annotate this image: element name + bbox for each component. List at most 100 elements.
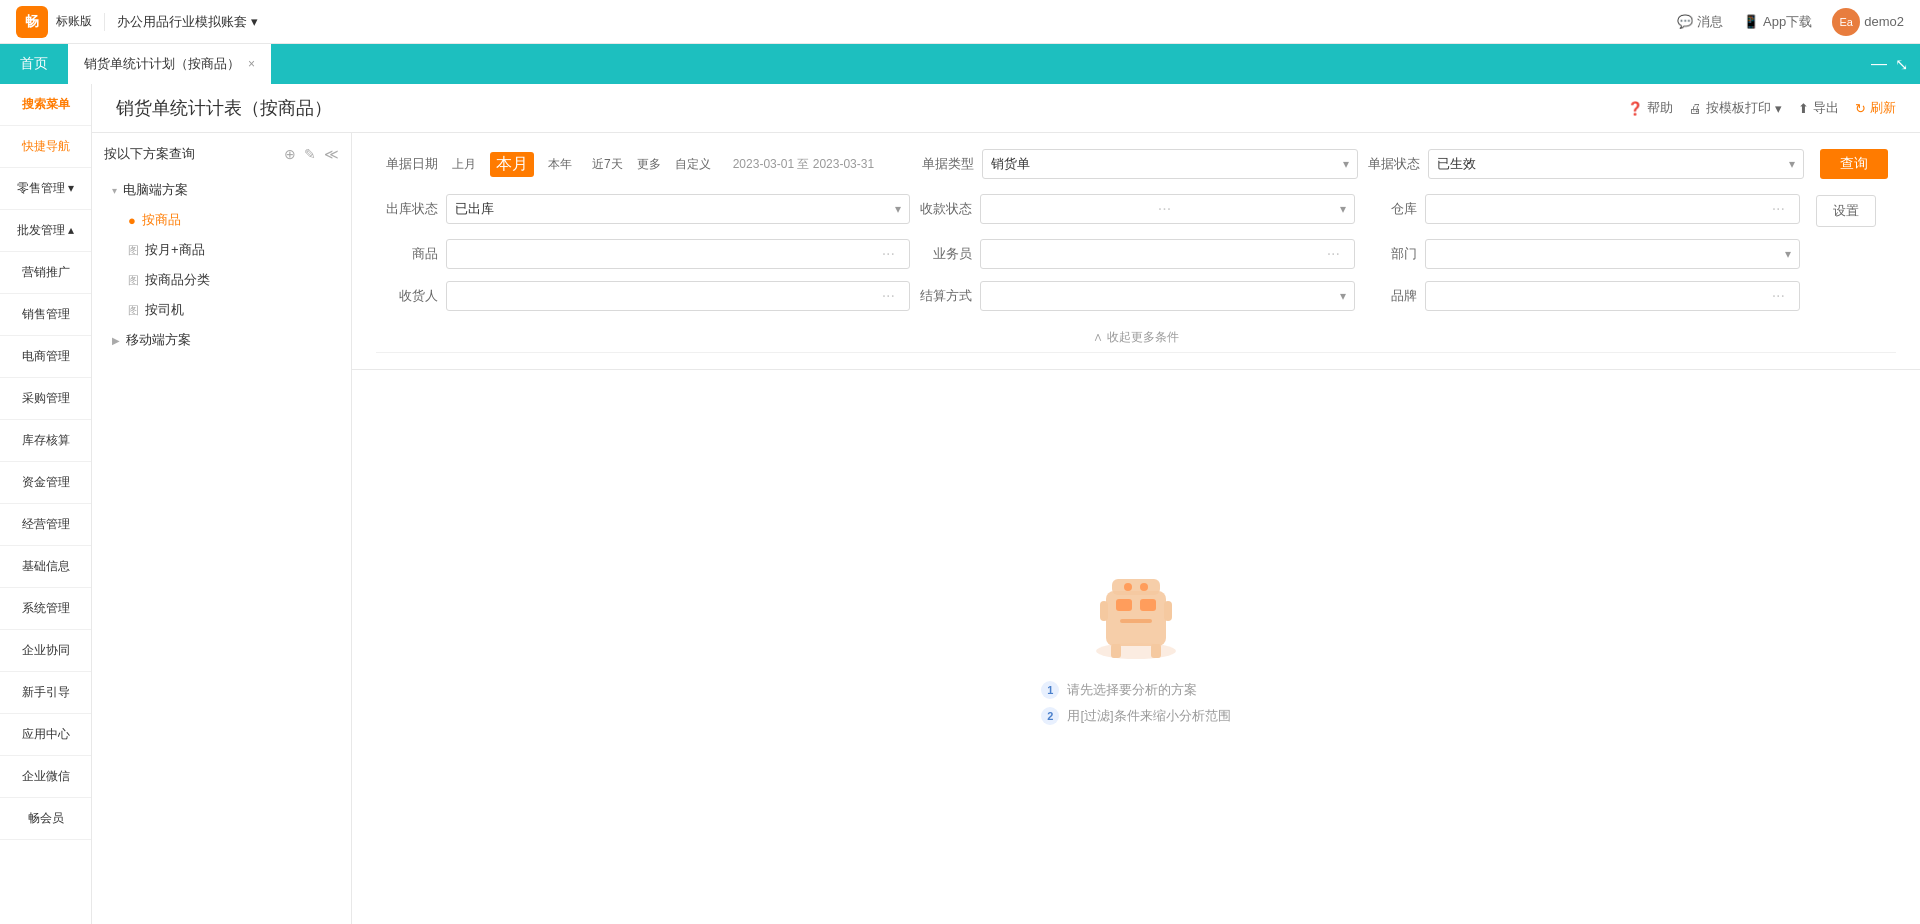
active-dot-icon: ● (128, 213, 136, 228)
sidebar-item-purchase[interactable]: 采购管理 (0, 378, 91, 420)
staff-label: 业务员 (910, 245, 980, 263)
date-current-month-btn[interactable]: 本月 (490, 152, 534, 177)
sidebar-item-search[interactable]: 搜索菜单 (0, 84, 91, 126)
settlement-input[interactable]: ▾ (980, 281, 1355, 311)
message-icon: 💬 (1677, 14, 1693, 29)
edit-scheme-icon[interactable]: ✎ (304, 146, 316, 162)
sidebar-item-basic[interactable]: 基础信息 (0, 546, 91, 588)
logo-icon: 畅 (16, 6, 48, 38)
date-current-year-btn[interactable]: 本年 (542, 154, 578, 175)
department-input[interactable]: ▾ (1425, 239, 1800, 269)
empty-state: 1 请先选择要分析的方案 2 用[过滤]条件来缩小分析范围 (1041, 561, 1230, 733)
payment-status-dropdown-icon: ▾ (1340, 202, 1346, 216)
tab-home[interactable]: 首页 (0, 44, 68, 84)
brand-ellipsis-icon[interactable]: ··· (1766, 287, 1791, 305)
recipient-input[interactable]: ··· (446, 281, 910, 311)
recipient-ellipsis-icon[interactable]: ··· (876, 287, 901, 305)
filter-cell-wh-status: 出库状态 已出库 ▾ (376, 194, 910, 224)
sidebar-item-newuser[interactable]: 新手引导 (0, 672, 91, 714)
refresh-btn[interactable]: ↻ 刷新 (1855, 99, 1896, 117)
sidebar-item-wholesale[interactable]: 批发管理 ▴ (0, 210, 91, 252)
brand-input[interactable]: ··· (1425, 281, 1800, 311)
svg-rect-3 (1140, 599, 1156, 611)
svg-rect-7 (1111, 644, 1121, 658)
sidebar-item-operations[interactable]: 经营管理 (0, 504, 91, 546)
payment-status-input[interactable]: ··· ▾ (980, 194, 1355, 224)
brand-label: 品牌 (1355, 287, 1425, 305)
sidebar-item-retail[interactable]: 零售管理 ▾ (0, 168, 91, 210)
setting-button[interactable]: 设置 (1816, 195, 1876, 227)
warehouse-ellipsis-icon[interactable]: ··· (1766, 200, 1791, 218)
tab-minimize-btn[interactable]: — (1871, 55, 1887, 74)
print-dropdown-icon: ▾ (1775, 101, 1782, 116)
date-last-7-days-btn[interactable]: 近7天 (586, 154, 629, 175)
filter-cell-date: 单据日期 上月 本月 本年 近7天 更多 自定义 2023-03-01 至 20… (376, 152, 912, 177)
tree-item-by-month-goods[interactable]: 图 按月+商品 (104, 235, 339, 265)
tab-close-btn[interactable]: × (248, 57, 255, 71)
sidebar-item-system[interactable]: 系统管理 (0, 588, 91, 630)
page-header: 销货单统计计表（按商品） ❓ 帮助 🖨 按模板打印 ▾ ⬆ 导出 (92, 84, 1920, 133)
sidebar-item-member[interactable]: 畅会员 (0, 798, 91, 840)
setting-btn-spacer: 设置 (1816, 191, 1896, 227)
sidebar-item-sales[interactable]: 销售管理 (0, 294, 91, 336)
tree-item-by-goods[interactable]: ● 按商品 (104, 205, 339, 235)
sidebar-item-quicknav[interactable]: 快捷导航 (0, 126, 91, 168)
sidebar-item-inventory[interactable]: 库存核算 (0, 420, 91, 462)
date-filter: 上月 本月 本年 近7天 更多 自定义 2023-03-01 至 2023-03… (446, 152, 874, 177)
app-download-btn[interactable]: 📱 App下载 (1743, 13, 1812, 31)
tab-expand-btn[interactable]: ⤡ (1895, 55, 1908, 74)
wh-status-input[interactable]: 已出库 ▾ (446, 194, 910, 224)
sidebar-item-enterprise[interactable]: 企业协同 (0, 630, 91, 672)
doc-status-label: 单据状态 (1358, 155, 1428, 173)
query-button[interactable]: 查询 (1820, 149, 1888, 179)
chevron-down-icon: ▾ (68, 181, 74, 195)
print-btn[interactable]: 🖨 按模板打印 ▾ (1689, 99, 1782, 117)
user-area[interactable]: Ea demo2 (1832, 8, 1904, 36)
empty-illustration (1041, 561, 1230, 665)
workspace-selector[interactable]: 办公用品行业模拟账套 ▾ (104, 13, 258, 31)
filter-row-4: 收货人 ··· 结算方式 ▾ (376, 281, 1896, 311)
svg-rect-9 (1112, 579, 1160, 595)
staff-input[interactable]: ··· (980, 239, 1355, 269)
collapse-sidebar-icon[interactable]: ≪ (324, 146, 339, 162)
add-scheme-icon[interactable]: ⊕ (284, 146, 296, 162)
doc-status-input[interactable]: 已生效 ▾ (1428, 149, 1804, 179)
doc-type-dropdown-icon: ▾ (1343, 157, 1349, 171)
collapse-conditions-btn[interactable]: ∧ 收起更多条件 (376, 323, 1896, 353)
svg-rect-2 (1116, 599, 1132, 611)
tree-item-by-category[interactable]: 图 按商品分类 (104, 265, 339, 295)
export-btn[interactable]: ⬆ 导出 (1798, 99, 1839, 117)
tree-item-by-cashier[interactable]: 图 按司机 (104, 295, 339, 325)
sidebar-item-finance[interactable]: 资金管理 (0, 462, 91, 504)
date-more-btn[interactable]: 更多 (637, 156, 661, 173)
empty-text-1: 1 请先选择要分析的方案 (1041, 681, 1230, 699)
date-custom-btn[interactable]: 自定义 (669, 154, 717, 175)
goods-ellipsis-icon[interactable]: ··· (876, 245, 901, 263)
tree-arrow-desktop: ▾ (112, 185, 117, 196)
svg-rect-6 (1164, 601, 1172, 621)
sidebar-item-ecommerce[interactable]: 电商管理 (0, 336, 91, 378)
filter-cell-settlement: 结算方式 ▾ (910, 281, 1355, 311)
svg-rect-8 (1151, 644, 1161, 658)
warehouse-input[interactable]: ··· (1425, 194, 1800, 224)
help-btn[interactable]: ❓ 帮助 (1627, 99, 1673, 117)
message-btn[interactable]: 💬 消息 (1677, 13, 1723, 31)
sidebar-item-appcenter[interactable]: 应用中心 (0, 714, 91, 756)
doc-type-input[interactable]: 销货单 ▾ (982, 149, 1358, 179)
settlement-label: 结算方式 (910, 287, 980, 305)
sidebar-item-marketing[interactable]: 营销推广 (0, 252, 91, 294)
query-btn-area: 查询 (1820, 149, 1896, 179)
svg-point-10 (1124, 583, 1132, 591)
date-last-month-btn[interactable]: 上月 (446, 154, 482, 175)
wh-status-dropdown-icon: ▾ (895, 202, 901, 216)
chevron-up-icon: ▴ (68, 223, 74, 237)
sidebar-item-wechat[interactable]: 企业微信 (0, 756, 91, 798)
payment-status-label: 收款状态 (910, 200, 980, 218)
payment-status-ellipsis-icon[interactable]: ··· (1152, 200, 1177, 218)
svg-rect-1 (1106, 591, 1166, 646)
sidebar: 搜索菜单 快捷导航 零售管理 ▾ 批发管理 ▴ 营销推广 销售管理 电商管理 采… (0, 84, 92, 924)
staff-ellipsis-icon[interactable]: ··· (1321, 245, 1346, 263)
goods-input[interactable]: ··· (446, 239, 910, 269)
warehouse-label: 仓库 (1355, 200, 1425, 218)
tab-active[interactable]: 销货单统计计划（按商品） × (68, 44, 271, 84)
